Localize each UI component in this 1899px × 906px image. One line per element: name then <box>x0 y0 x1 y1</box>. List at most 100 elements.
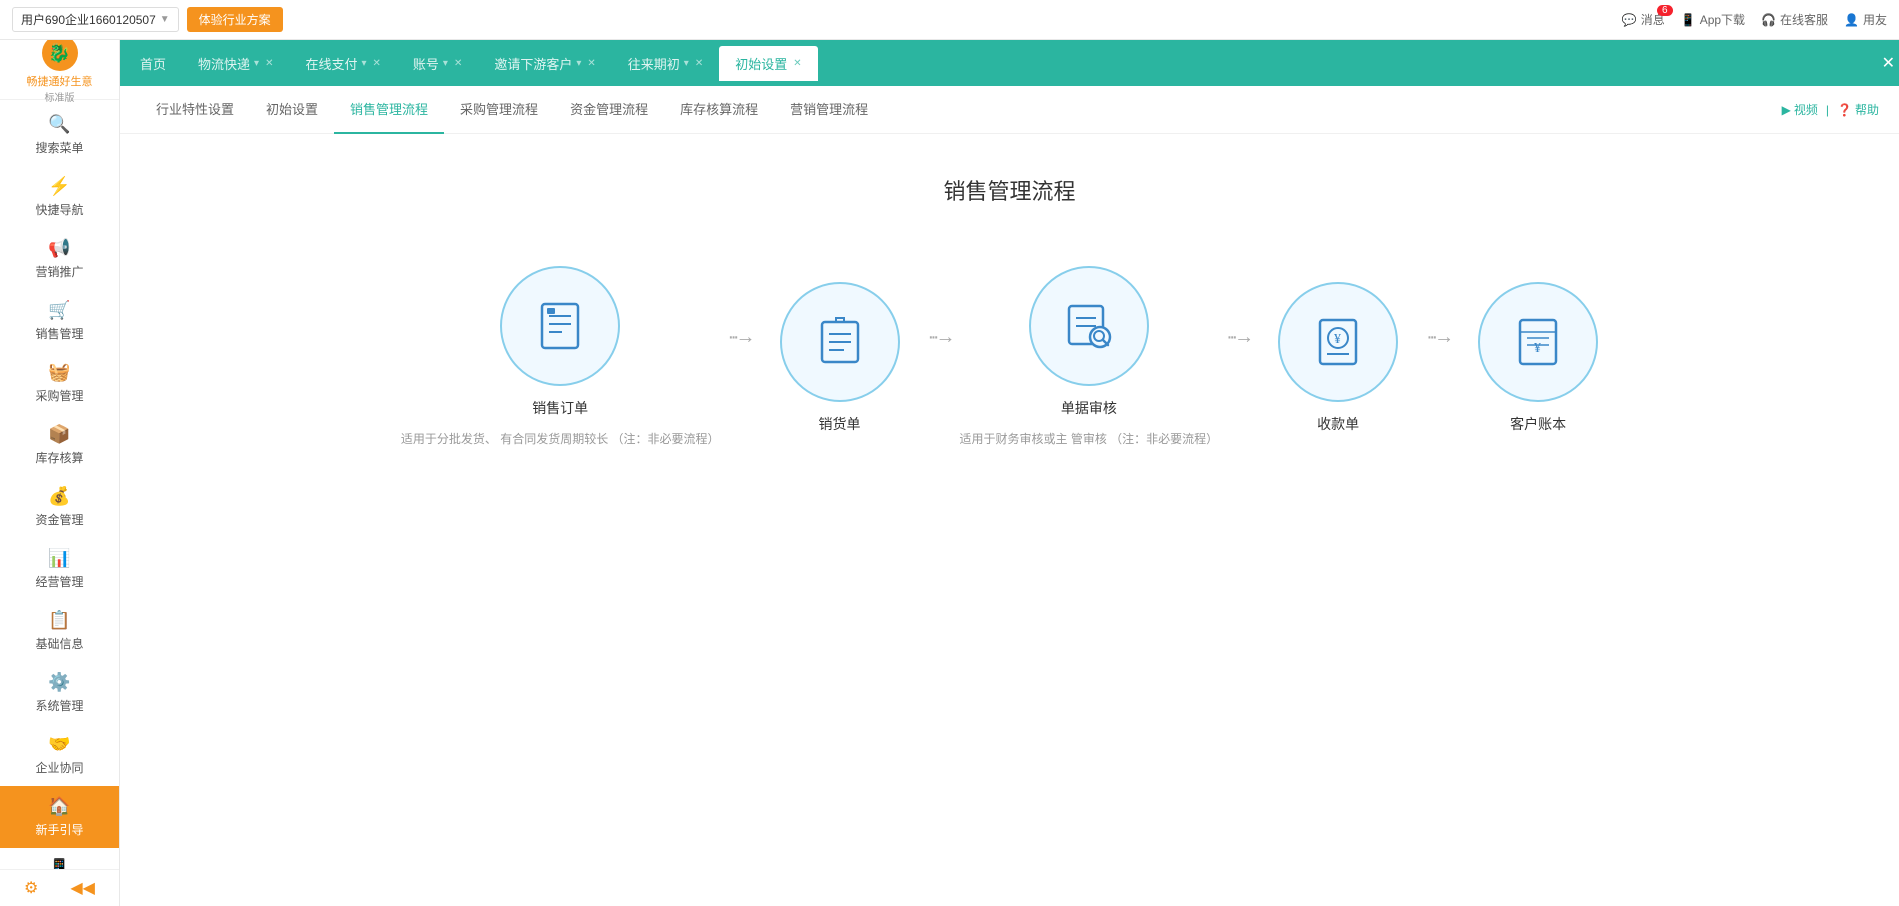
chevron-down-icon: ▾ <box>576 58 581 69</box>
try-industry-button[interactable]: 体验行业方案 <box>187 7 283 32</box>
flow-step-sales_invoice[interactable]: 销货单 <box>760 282 920 434</box>
receipt-icon: ¥ <box>1278 282 1398 402</box>
flow-step-name-sales_invoice: 销货单 <box>819 414 861 434</box>
sidebar-item-label: 采购管理 <box>35 387 83 404</box>
help-icon: ❓ <box>1837 103 1852 117</box>
close-icon[interactable]: ✕ <box>265 58 273 69</box>
nav-tab-label: 物流快递 <box>198 54 250 73</box>
sidebar-menu: 🔍搜索菜单⚡快捷导航📢营销推广🛒销售管理 🧺 采购管理 📦库存核算💰资金管理📊经营管理… <box>0 100 119 869</box>
nav-tab-logistics[interactable]: 物流快递 ▾ ✕ <box>182 46 289 81</box>
basic-icon: 📋 <box>48 610 70 631</box>
sidebar-item-collab[interactable]: 🤝 企业协同 <box>0 724 119 786</box>
top-bar: 用户690企业1660120507 ▼ 体验行业方案 💬 消息 6 📱 App下… <box>0 0 1899 40</box>
chevron-down-icon: ▾ <box>361 58 366 69</box>
logo-icon: 🐉 <box>42 40 78 71</box>
sub-tab-finance_flow[interactable]: 资金管理流程 <box>554 85 664 134</box>
chevron-down-icon: ▾ <box>254 58 259 69</box>
sidebar-item-finance[interactable]: 💰资金管理 <box>0 476 119 538</box>
nav-tab-label: 首页 <box>140 54 166 73</box>
sub-tab-marketing_flow[interactable]: 营销管理流程 <box>774 85 884 134</box>
headset-icon: 🎧 <box>1761 13 1776 27</box>
sidebar-item-appcenter[interactable]: 📱应用中心 <box>0 848 119 869</box>
flow-step-doc_review[interactable]: 单据审核适用于财务审核或主 管审核 （注：非必要流程） <box>960 266 1219 449</box>
online-service-button[interactable]: 🎧 在线客服 <box>1761 11 1828 28</box>
sub-tab-init[interactable]: 初始设置 <box>250 85 334 134</box>
page-content: 销售管理流程 销售订单适用于分批发货、 有合同发货周期较长 （注：非必要流程）·… <box>120 134 1899 906</box>
system-icon: ⚙️ <box>48 672 70 693</box>
svg-text:¥: ¥ <box>1334 332 1341 347</box>
play-icon: ▶ <box>1782 103 1791 117</box>
nav-tab-init[interactable]: 初始设置 ✕ <box>719 46 817 81</box>
message-icon: 💬 <box>1622 13 1637 27</box>
sub-tab-sales_flow[interactable]: 销售管理流程 <box>334 85 444 134</box>
close-icon[interactable]: ✕ <box>587 58 595 69</box>
nav-tab-label: 往来期初 <box>628 54 680 73</box>
sidebar-item-marketing[interactable]: 📢营销推广 <box>0 228 119 290</box>
app-download-button[interactable]: 📱 App下载 <box>1681 11 1745 28</box>
close-icon[interactable]: ✕ <box>793 58 801 69</box>
user-avatar-button[interactable]: 👤 用友 <box>1844 11 1887 28</box>
flow-diagram: 销售订单适用于分批发货、 有合同发货周期较长 （注：非必要流程） ···→ 销货单… <box>180 266 1839 449</box>
sidebar-item-inventory[interactable]: 📦库存核算 <box>0 414 119 476</box>
sidebar-item-purchase[interactable]: 🧺 采购管理 <box>0 352 119 414</box>
settings-icon[interactable]: ⚙ <box>24 878 38 898</box>
close-icon[interactable]: ✕ <box>373 58 381 69</box>
video-link[interactable]: ▶ 视频 <box>1782 101 1818 118</box>
sidebar-item-label: 新手引导 <box>35 821 83 838</box>
sidebar-item-operations[interactable]: 📊经营管理 <box>0 538 119 600</box>
sidebar-item-newguide[interactable]: 🏠 新手引导 <box>0 786 119 848</box>
nav-tab-invite[interactable]: 邀请下游客户 ▾ ✕ <box>478 46 611 81</box>
user-selector[interactable]: 用户690企业1660120507 ▼ <box>12 7 179 32</box>
collab-icon: 🤝 <box>48 734 70 755</box>
sidebar-item-sales[interactable]: 🛒销售管理 <box>0 290 119 352</box>
flow-step-name-customer_account: 客户账本 <box>1510 414 1566 434</box>
sidebar-item-label: 企业协同 <box>35 759 83 776</box>
nav-tabs: 首页物流快递▾✕在线支付▾✕账号▾✕邀请下游客户▾✕往来期初▾✕初始设置✕✕ <box>120 40 1899 86</box>
top-bar-right: 💬 消息 6 📱 App下载 🎧 在线客服 👤 用友 <box>1622 11 1887 28</box>
sidebar: 🐉 畅捷通好生意 标准版 🔍搜索菜单⚡快捷导航📢营销推广🛒销售管理🧺采购管理📦库… <box>0 40 120 906</box>
phone-icon: 📱 <box>1681 13 1696 27</box>
sidebar-item-label: 基础信息 <box>35 635 83 652</box>
help-link[interactable]: ❓ 帮助 <box>1837 101 1879 118</box>
sidebar-item-label: 资金管理 <box>35 511 83 528</box>
flow-step-name-sales_order: 销售订单 <box>532 398 588 418</box>
nav-tab-period[interactable]: 往来期初▾✕ <box>612 46 719 81</box>
sub-tab-inventory_flow[interactable]: 库存核算流程 <box>664 85 774 134</box>
sidebar-item-system[interactable]: ⚙️系统管理 <box>0 662 119 724</box>
main-layout: 🐉 畅捷通好生意 标准版 🔍搜索菜单⚡快捷导航📢营销推广🛒销售管理🧺采购管理📦库… <box>0 40 1899 906</box>
flow-step-customer_account[interactable]: ¥ 客户账本 <box>1458 282 1618 434</box>
flow-arrow-1: ···→ <box>728 326 752 389</box>
nav-tab-account[interactable]: 账号▾✕ <box>397 46 478 81</box>
newguide-icon: 🏠 <box>48 796 70 817</box>
close-icon[interactable]: ✕ <box>454 58 462 69</box>
sidebar-footer: ⚙ ◀◀ <box>0 869 119 906</box>
sidebar-item-label: 库存核算 <box>35 449 83 466</box>
nav-tab-payment[interactable]: 在线支付 ▾ ✕ <box>289 46 396 81</box>
nav-tab-label: 邀请下游客户 <box>494 54 572 73</box>
sidebar-item-quicknav[interactable]: ⚡快捷导航 <box>0 166 119 228</box>
user-name-label: 用友 <box>1863 11 1887 28</box>
sidebar-item-label: 营销推广 <box>35 263 83 280</box>
collapse-icon[interactable]: ◀◀ <box>70 878 95 898</box>
nav-tab-label: 账号 <box>413 54 439 73</box>
nav-tab-label: 在线支付 <box>305 54 357 73</box>
doc_review-icon <box>1029 266 1149 386</box>
flow-step-receipt[interactable]: ¥ 收款单 <box>1258 282 1418 434</box>
sidebar-item-search[interactable]: 🔍搜索菜单 <box>0 104 119 166</box>
sub-tab-industry[interactable]: 行业特性设置 <box>140 85 250 134</box>
flow-step-sales_order[interactable]: 销售订单适用于分批发货、 有合同发货周期较长 （注：非必要流程） <box>401 266 720 449</box>
message-button[interactable]: 💬 消息 6 <box>1622 11 1665 28</box>
sales_order-icon <box>500 266 620 386</box>
sub-tabs-right: ▶ 视频 | ❓ 帮助 <box>1782 101 1879 118</box>
close-icon[interactable]: ✕ <box>695 58 703 69</box>
sub-tab-purchase_flow[interactable]: 采购管理流程 <box>444 85 554 134</box>
nav-tab-home[interactable]: 首页 <box>124 46 182 81</box>
help-label: 帮助 <box>1855 101 1879 118</box>
sidebar-item-basic[interactable]: 📋 基础信息 <box>0 600 119 662</box>
flow-step-desc-sales_order: 适用于分批发货、 有合同发货周期较长 （注：非必要流程） <box>401 430 720 449</box>
nav-tab-label: 初始设置 <box>735 54 787 73</box>
purchase-icon: 🧺 <box>48 362 70 383</box>
message-badge: 6 <box>1657 5 1673 16</box>
flow-step-name-receipt: 收款单 <box>1317 414 1359 434</box>
close-all-tabs-button[interactable]: ✕ <box>1882 53 1895 73</box>
